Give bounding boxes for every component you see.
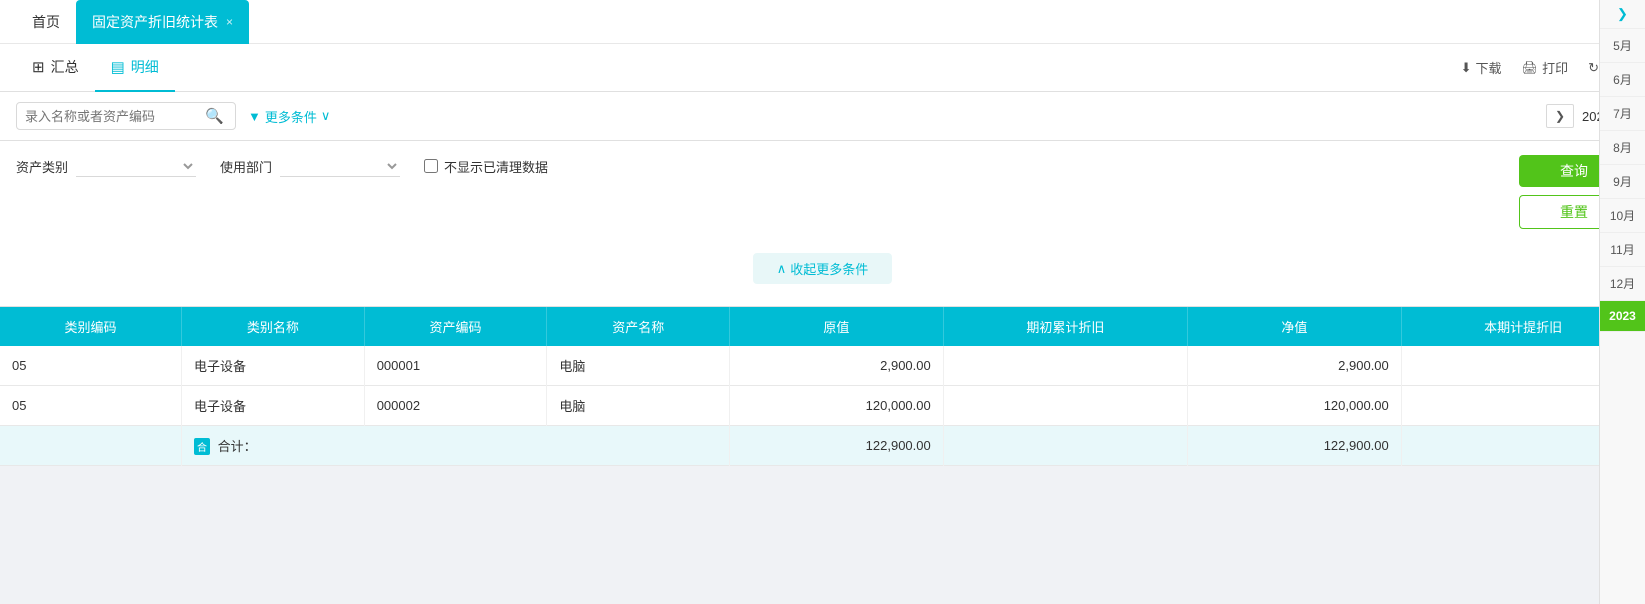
total-badge-icon: 合 — [194, 438, 210, 455]
row2-col7: 120,000.00 — [1188, 386, 1402, 426]
sidebar-month-6[interactable]: 6月 — [1600, 63, 1645, 97]
detail-label: 明细 — [131, 57, 159, 77]
collapse-up-icon: ∧ — [777, 261, 787, 277]
filter-row: 资产类别 使用部门 不显示已清理数据 — [16, 155, 1503, 177]
row2-col5: 120,000.00 — [730, 386, 944, 426]
table-row: 05 电子设备 000002 电脑 120,000.00 120,000.00 — [0, 386, 1645, 426]
print-button[interactable]: 🖨 打印 — [1522, 58, 1569, 77]
col-category-name: 类别名称 — [182, 307, 365, 346]
row1-col5: 2,900.00 — [730, 346, 944, 386]
col-original-value: 原值 — [730, 307, 944, 346]
search-bar: 🔍 ▼ 更多条件 ∨ ❯ 2023.01 — [0, 92, 1645, 141]
table-row: 05 电子设备 000001 电脑 2,900.00 2,900.00 — [0, 346, 1645, 386]
collapse-more-area: ∧ 收起更多条件 — [16, 245, 1629, 292]
more-conditions-button[interactable]: ▼ 更多条件 ∨ — [248, 107, 330, 126]
sidebar-month-9[interactable]: 9月 — [1600, 165, 1645, 199]
tab-detail[interactable]: ▤ 明细 — [95, 44, 175, 92]
sidebar-chevron-button[interactable]: ❯ — [1600, 0, 1645, 29]
detail-icon: ▤ — [111, 58, 125, 76]
asset-category-filter: 资产类别 — [16, 155, 196, 177]
total-col7: 122,900.00 — [1188, 426, 1402, 466]
filter-panel: 资产类别 使用部门 不显示已清理数据 查询 重置 — [0, 141, 1645, 307]
search-input[interactable] — [25, 109, 205, 124]
filter-icon: ▼ — [248, 109, 261, 124]
download-label: 下载 — [1476, 58, 1502, 77]
row1-col6 — [943, 346, 1187, 386]
col-asset-code: 资产编码 — [364, 307, 547, 346]
date-prev-button[interactable]: ❯ — [1546, 104, 1574, 128]
total-row: 合 合计： 122,900.00 122,900.00 — [0, 426, 1645, 466]
total-label: 合 合计： — [182, 426, 730, 466]
print-label: 打印 — [1542, 58, 1568, 77]
sidebar-month-8[interactable]: 8月 — [1600, 131, 1645, 165]
collapse-label: 收起更多条件 — [790, 259, 868, 278]
top-nav: 首页 固定资产折旧统计表 × ✕ — [0, 0, 1645, 44]
department-label: 使用部门 — [220, 157, 272, 176]
table-header-row: 类别编码 类别名称 资产编码 资产名称 原值 期初累计折旧 净值 本期计提折旧 — [0, 307, 1645, 346]
print-icon: 🖨 — [1522, 60, 1539, 76]
no-cleared-checkbox[interactable] — [424, 159, 438, 173]
total-icon-cell — [0, 426, 182, 466]
download-button[interactable]: ⬇ 下载 — [1461, 58, 1502, 77]
main-content: ⊞ 汇总 ▤ 明细 ⬇ 下载 🖨 打印 ↻ 刷新 — [0, 44, 1645, 466]
tab-close-icon[interactable]: × — [226, 15, 233, 29]
sidebar-month-7[interactable]: 7月 — [1600, 97, 1645, 131]
sub-tabs-bar: ⊞ 汇总 ▤ 明细 ⬇ 下载 🖨 打印 ↻ 刷新 — [0, 44, 1645, 92]
search-icon[interactable]: 🔍 — [205, 107, 224, 125]
row1-col1: 05 — [0, 346, 182, 386]
sidebar-month-11[interactable]: 11月 — [1600, 233, 1645, 267]
more-conditions-label: 更多条件 — [265, 107, 317, 126]
refresh-icon: ↻ — [1588, 60, 1599, 76]
right-sidebar: ❯ 5月 6月 7月 8月 9月 10月 11月 12月 2023 — [1599, 0, 1645, 604]
tab-title: 固定资产折旧统计表 — [92, 12, 218, 32]
summary-icon: ⊞ — [32, 58, 45, 76]
total-col6 — [943, 426, 1187, 466]
department-select[interactable] — [280, 155, 400, 177]
data-table: 类别编码 类别名称 资产编码 资产名称 原值 期初累计折旧 净值 本期计提折旧 … — [0, 307, 1645, 466]
row2-col3: 000002 — [364, 386, 547, 426]
asset-category-label: 资产类别 — [16, 157, 68, 176]
search-input-wrap: 🔍 — [16, 102, 236, 130]
no-cleared-checkbox-wrap: 不显示已清理数据 — [424, 157, 548, 176]
sidebar-month-10[interactable]: 10月 — [1600, 199, 1645, 233]
sidebar-month-5[interactable]: 5月 — [1600, 29, 1645, 63]
sidebar-month-12[interactable]: 12月 — [1600, 267, 1645, 301]
download-icon: ⬇ — [1461, 60, 1472, 76]
total-label-text: 合计： — [218, 439, 257, 454]
row1-col4: 电脑 — [547, 346, 730, 386]
nav-tab-active[interactable]: 固定资产折旧统计表 × — [76, 0, 249, 44]
tab-summary[interactable]: ⊞ 汇总 — [16, 44, 95, 92]
row1-col2: 电子设备 — [182, 346, 365, 386]
col-asset-name: 资产名称 — [547, 307, 730, 346]
col-category-code: 类别编码 — [0, 307, 182, 346]
col-opening-depreciation: 期初累计折旧 — [943, 307, 1187, 346]
collapse-button[interactable]: ∧ 收起更多条件 — [753, 253, 893, 284]
no-cleared-label: 不显示已清理数据 — [444, 157, 548, 176]
summary-label: 汇总 — [51, 57, 79, 77]
chevron-down-icon: ∨ — [321, 108, 331, 124]
row2-col2: 电子设备 — [182, 386, 365, 426]
row1-col7: 2,900.00 — [1188, 346, 1402, 386]
row2-col1: 05 — [0, 386, 182, 426]
row1-col3: 000001 — [364, 346, 547, 386]
asset-category-select[interactable] — [76, 155, 196, 177]
row2-col6 — [943, 386, 1187, 426]
row2-col4: 电脑 — [547, 386, 730, 426]
total-col5: 122,900.00 — [730, 426, 944, 466]
col-net-value: 净值 — [1188, 307, 1402, 346]
sidebar-year-2023[interactable]: 2023 — [1600, 301, 1645, 332]
data-table-wrap: 类别编码 类别名称 资产编码 资产名称 原值 期初累计折旧 净值 本期计提折旧 … — [0, 307, 1645, 466]
nav-home[interactable]: 首页 — [16, 0, 76, 44]
department-filter: 使用部门 — [220, 155, 400, 177]
